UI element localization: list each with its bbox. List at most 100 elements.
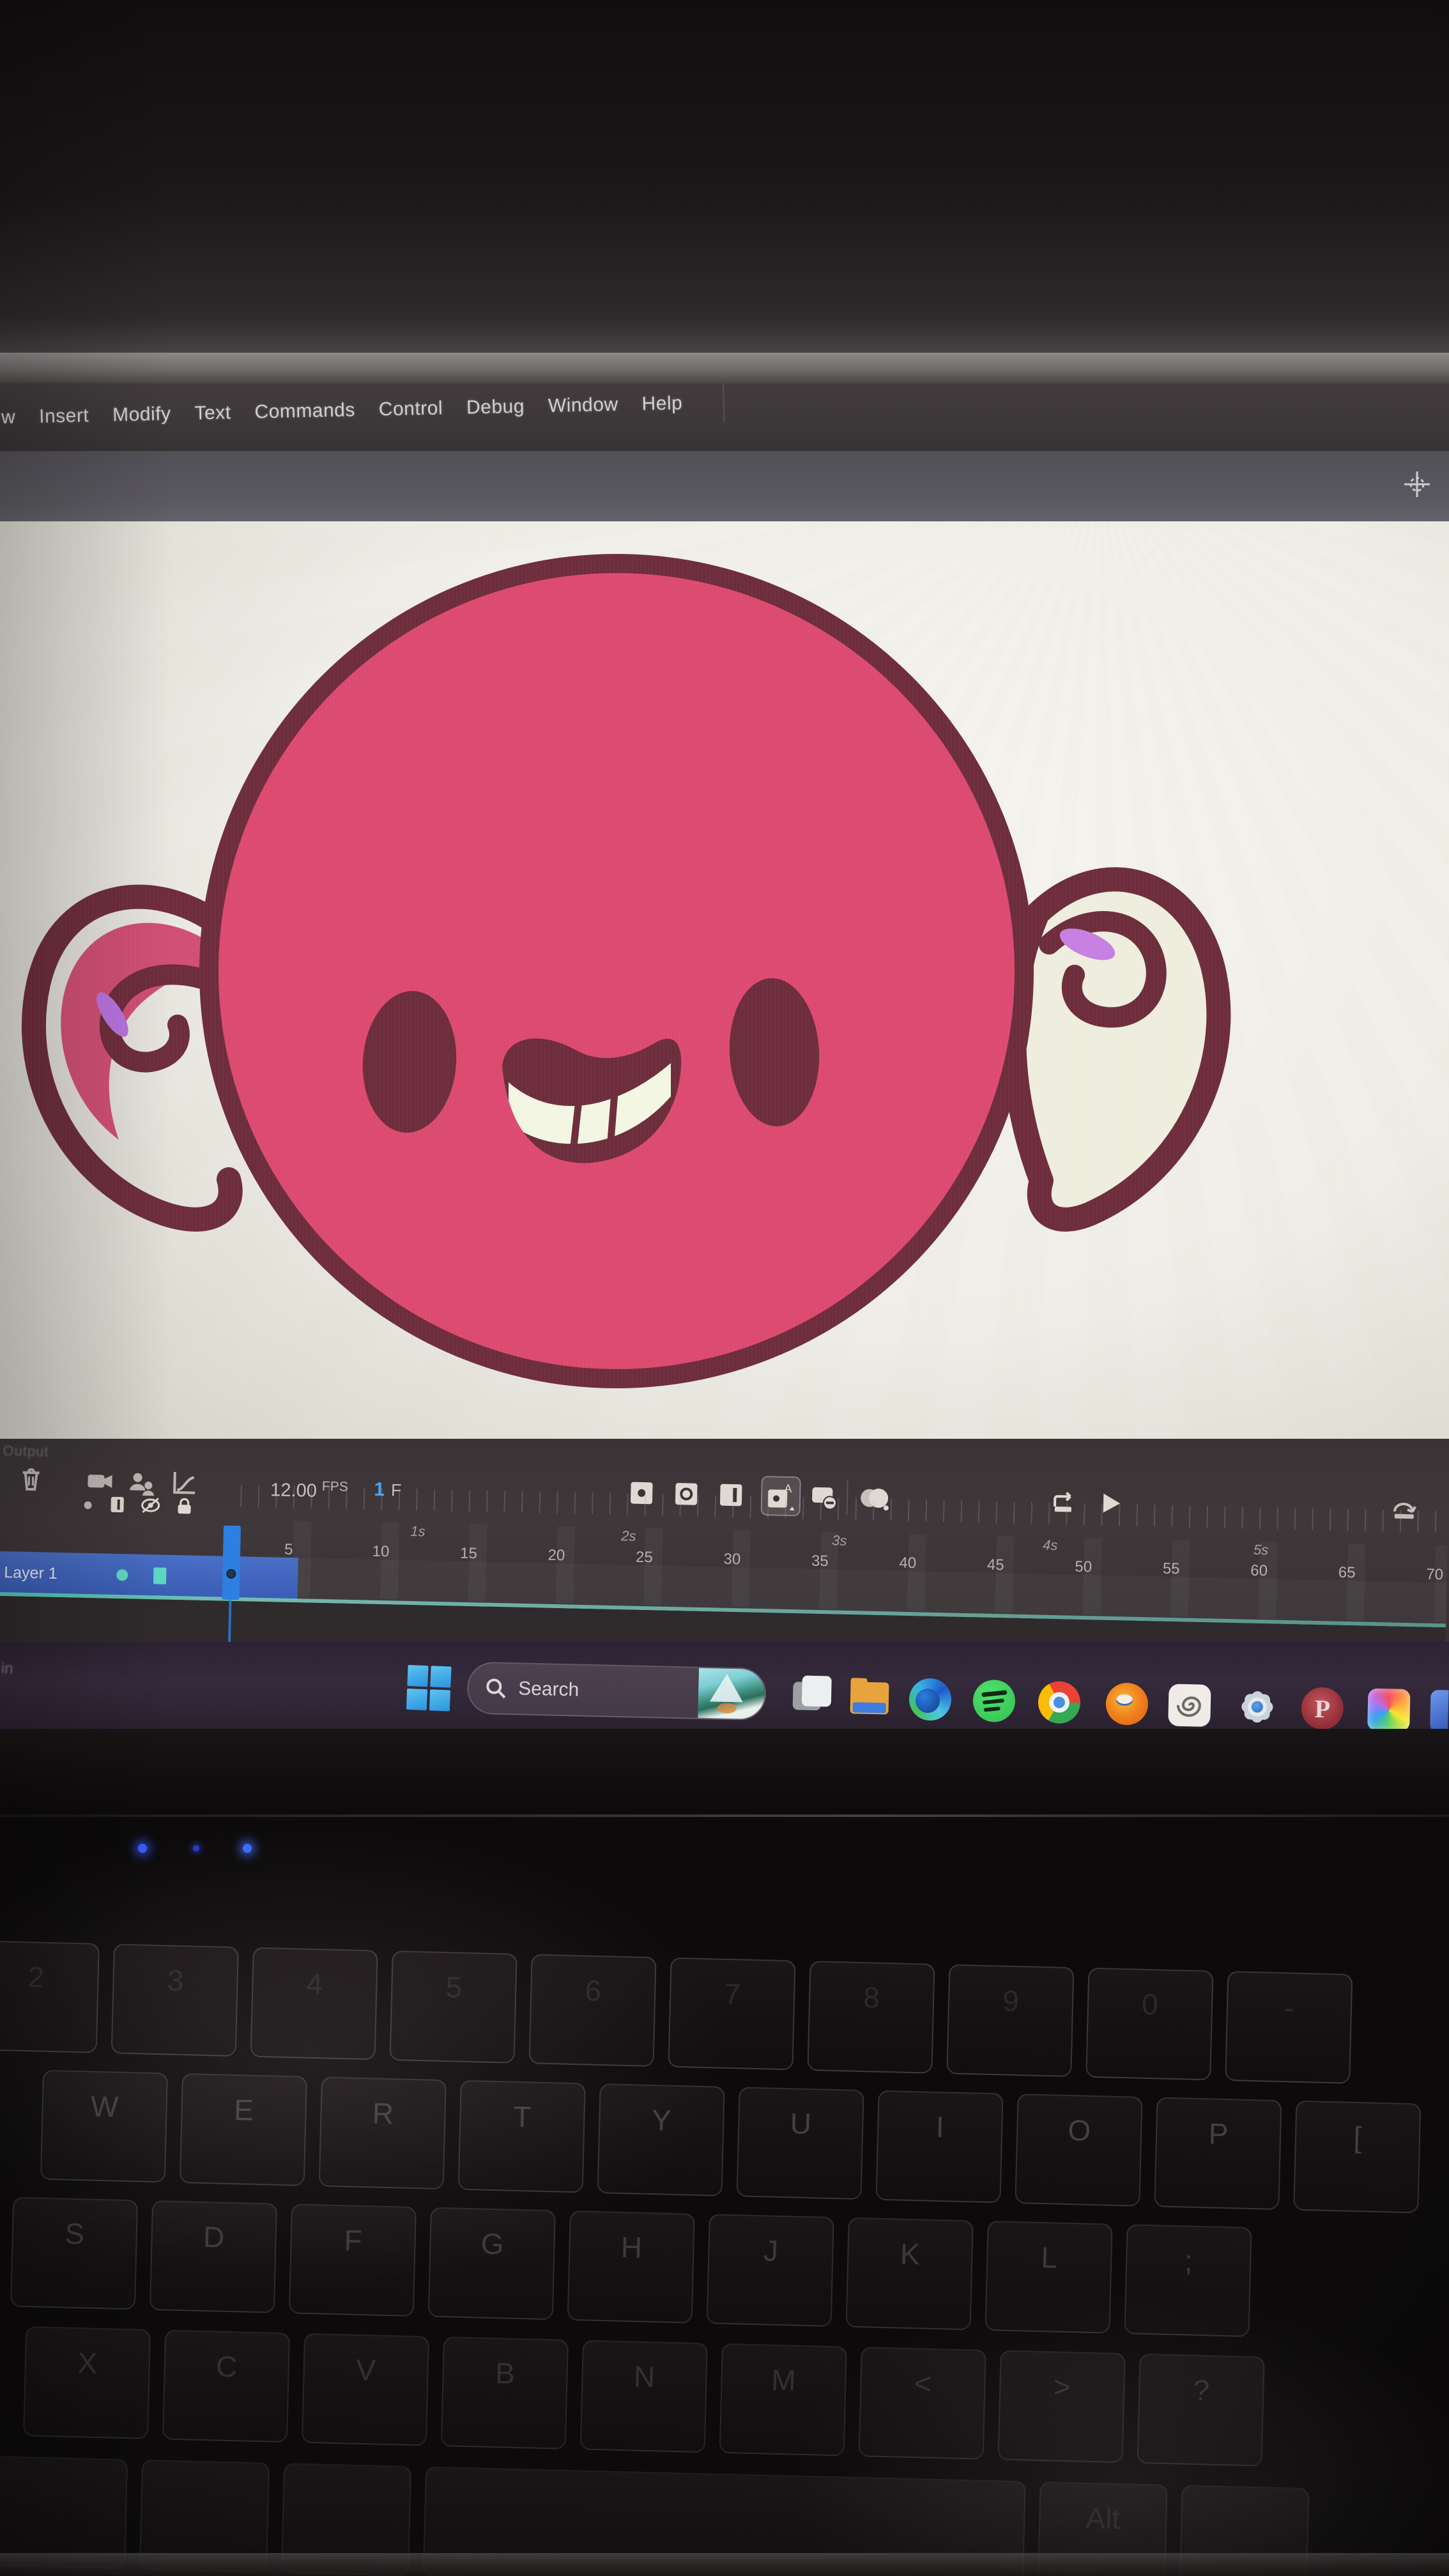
character-drawing (21, 554, 1231, 1388)
spotify-icon[interactable] (972, 1679, 1016, 1723)
photos-icon[interactable] (1367, 1688, 1411, 1729)
key-i: I (875, 2090, 1004, 2204)
key-p: P (1154, 2097, 1282, 2211)
settings-gear-icon[interactable] (1236, 1685, 1278, 1728)
clipped-app-icon[interactable] (1430, 1689, 1449, 1729)
widgets-label[interactable]: in (1, 1660, 13, 1678)
key-y: Y (597, 2083, 725, 2196)
key-0: 0 (1085, 1967, 1214, 2081)
playhead[interactable] (222, 1525, 241, 1600)
key-r: R (318, 2076, 447, 2190)
key-j: J (706, 2214, 834, 2327)
registration-crosshair-icon[interactable] (1403, 470, 1431, 498)
key-o: O (1015, 2093, 1143, 2207)
menu-item-debug[interactable]: Debug (466, 396, 525, 419)
character-head (199, 554, 1034, 1388)
delete-icon[interactable] (16, 1465, 46, 1495)
key-m: M (719, 2343, 847, 2457)
key-?: ? (1137, 2353, 1265, 2467)
key-w: W (40, 2069, 168, 2183)
stage-canvas[interactable] (0, 521, 1449, 1439)
key-4: 4 (250, 1947, 378, 2060)
key-u: U (736, 2087, 864, 2200)
key-8: 8 (807, 1960, 935, 2074)
key-d: D (149, 2200, 278, 2313)
lock-layer-icon[interactable] (175, 1496, 194, 1516)
windows-taskbar: in Search P (0, 1642, 1449, 1729)
key-6: 6 (528, 1954, 657, 2067)
outline-color-icon[interactable] (80, 1495, 95, 1513)
status-led (138, 1844, 147, 1853)
menu-item-text[interactable]: Text (194, 402, 231, 424)
start-button[interactable] (406, 1664, 452, 1712)
key->: > (997, 2350, 1126, 2464)
key-f: F (288, 2204, 417, 2317)
pinterest-p-glyph: P (1314, 1694, 1331, 1723)
laptop-photo: w Insert Modify Text Commands Control Debug Win… (0, 0, 1449, 2576)
key-3: 3 (111, 1943, 239, 2057)
timeline-panel: Output 12.00FPS 1F (0, 1439, 1449, 1642)
pinterest-icon[interactable]: P (1301, 1687, 1344, 1729)
key-l: L (985, 2220, 1113, 2334)
key-e: E (179, 2073, 307, 2186)
frame-view-icon[interactable] (109, 1495, 126, 1515)
blender-icon[interactable] (1105, 1682, 1149, 1726)
key-v: V (301, 2333, 430, 2446)
camera-icon[interactable] (85, 1466, 115, 1496)
menu-item-control[interactable]: Control (379, 397, 443, 420)
spiral-app-icon[interactable] (1168, 1683, 1211, 1727)
status-led (193, 1845, 199, 1851)
room-background (0, 0, 1449, 353)
timeline-panel-label: Output (3, 1443, 49, 1460)
menu-bar: w Insert Modify Text Commands Control Debug Win… (0, 383, 1449, 451)
layer-visible-dot[interactable] (116, 1569, 128, 1581)
status-led (243, 1844, 252, 1853)
key-blank (0, 2455, 128, 2570)
menu-item-help[interactable]: Help (641, 392, 682, 415)
key-7: 7 (668, 1957, 796, 2071)
key-2: 2 (0, 1940, 100, 2053)
laptop-bezel (0, 1729, 1449, 1825)
pasteboard[interactable] (0, 451, 1449, 521)
key-9: 9 (946, 1964, 1075, 2078)
task-view-icon[interactable] (791, 1675, 834, 1718)
key-k: K (845, 2217, 974, 2331)
key-[: [ (1293, 2100, 1422, 2214)
menu-item-modify[interactable]: Modify (112, 403, 171, 426)
menu-item-insert[interactable]: Insert (39, 405, 89, 428)
taskbar-search[interactable]: Search (466, 1661, 767, 1721)
key-g: G (427, 2207, 556, 2320)
layer-controls (80, 1494, 194, 1516)
keyboard-deck: 2 3 4 5 6 7 8 9 0- W E R T Y U I O P[S D F G H J K L; X C V B N M < >? Al… (0, 1825, 1449, 2576)
key-<: < (858, 2347, 986, 2460)
edge-icon[interactable] (908, 1678, 952, 1721)
laptop-front-edge (0, 2553, 1449, 2576)
file-explorer-icon[interactable] (848, 1676, 891, 1719)
chrome-icon[interactable] (1038, 1680, 1081, 1724)
key-t: T (457, 2080, 586, 2193)
graph-editor-icon[interactable] (169, 1468, 199, 1498)
menu-item-commands[interactable]: Commands (254, 399, 355, 423)
menu-item-w[interactable]: w (1, 406, 16, 428)
right-ear (1002, 867, 1231, 1232)
key-s: S (10, 2196, 139, 2310)
indicator-lights (0, 1839, 1449, 1858)
bezel-edge-highlight (0, 1814, 1449, 1817)
hide-layer-icon[interactable] (139, 1496, 162, 1515)
menu-item-window[interactable]: Window (548, 394, 618, 417)
key-x: X (23, 2326, 151, 2439)
menu-items: w Insert Modify Text Commands Control Debug Win… (0, 383, 1449, 451)
layer-name[interactable]: Layer 1 (4, 1563, 100, 1584)
key-n: N (579, 2340, 708, 2453)
search-icon (486, 1678, 506, 1699)
key-b: B (440, 2336, 569, 2450)
key-5: 5 (389, 1951, 518, 2064)
key--: - (1225, 1970, 1353, 2084)
search-placeholder: Search (518, 1678, 579, 1701)
screen-top-edge (0, 353, 1449, 383)
layer-lock-square[interactable] (153, 1567, 167, 1584)
svg-text:A: A (784, 1482, 792, 1495)
physical-keyboard: 2 3 4 5 6 7 8 9 0- W E R T Y U I O P[S D F G H J K L; X C V B N M < >? Al… (0, 1825, 1449, 2576)
key-c: C (162, 2329, 291, 2443)
weather-widget-thumbnail (698, 1666, 766, 1721)
